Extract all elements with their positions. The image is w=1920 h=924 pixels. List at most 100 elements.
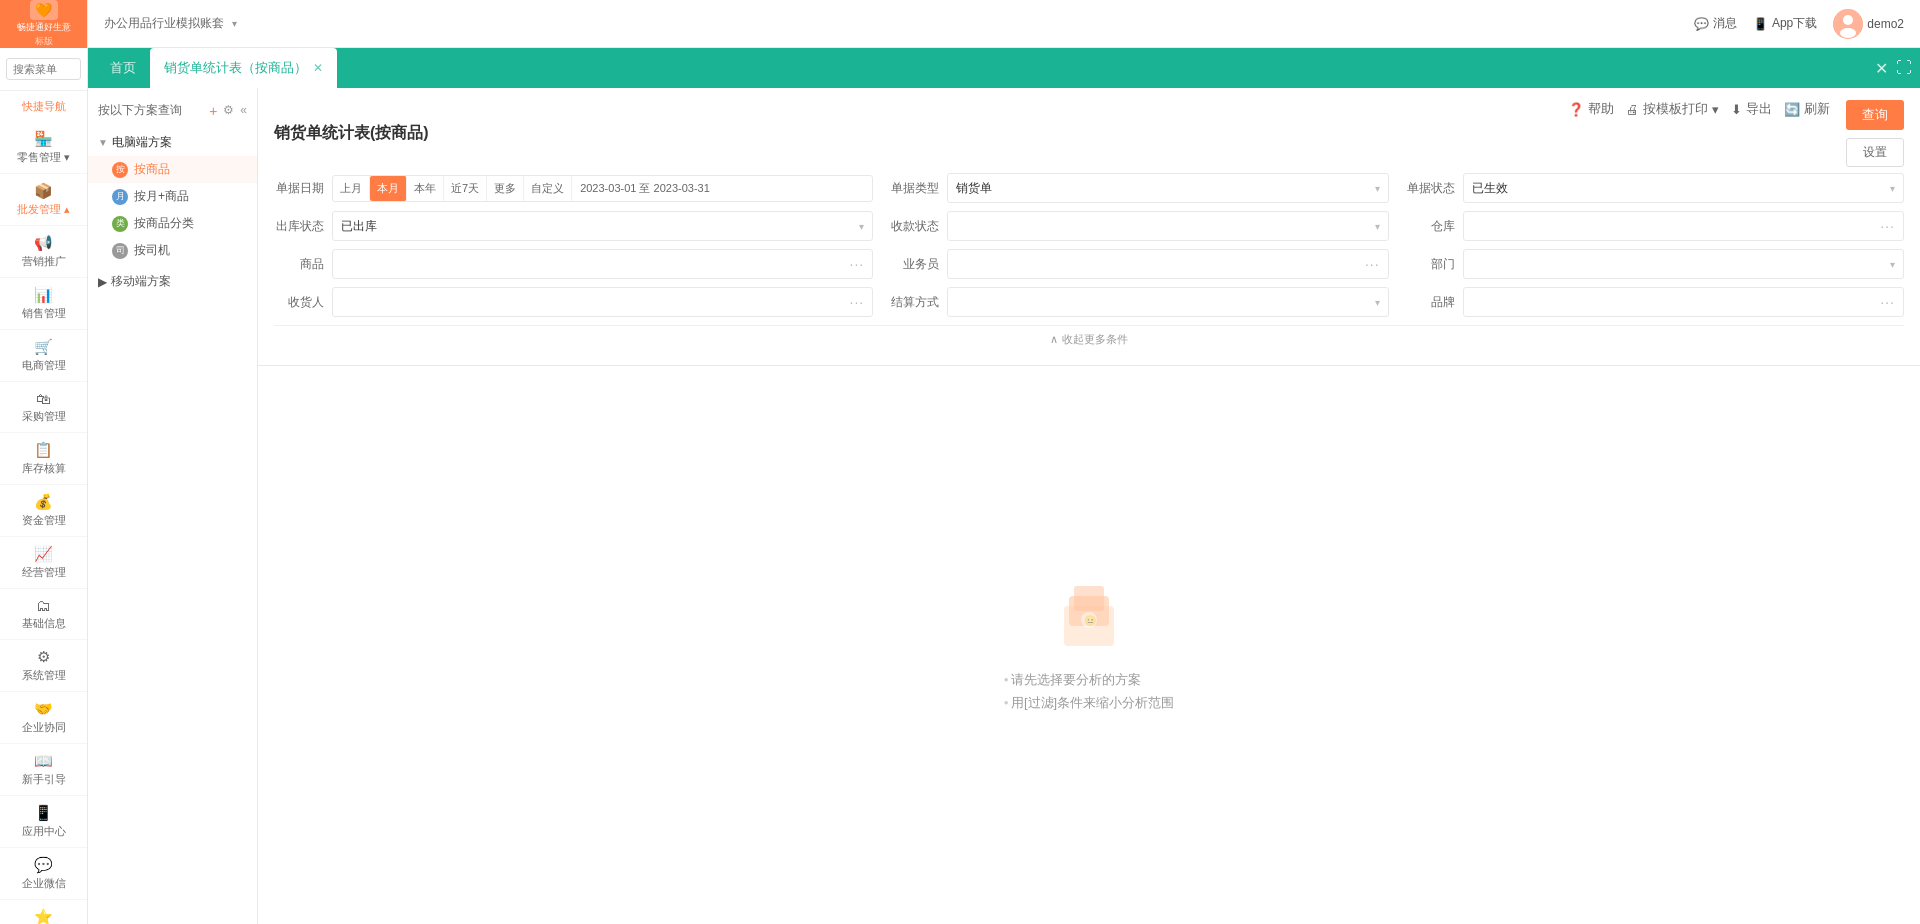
sidebar-item-purchase[interactable]: 🛍 采购管理 (0, 382, 87, 433)
print-label: 按模板打印 (1643, 100, 1708, 118)
guide-icon: 📖 (4, 752, 83, 770)
scheme-category-label: 按商品分类 (134, 215, 194, 232)
top-header: 办公用品行业模拟账套 ▾ 💬 消息 📱 App下载 demo2 (88, 0, 1920, 48)
svg-text:😐: 😐 (1084, 614, 1097, 627)
settings-btn[interactable]: 设置 (1846, 138, 1904, 167)
empty-content: 😐 请先选择要分析的方案 用[过滤]条件来缩小分析范围 (1004, 576, 1174, 715)
sidebar-item-stock[interactable]: 📋 库存核算 (0, 433, 87, 485)
empty-tip-2: 用[过滤]条件来缩小分析范围 (1004, 691, 1174, 714)
warehouse-input[interactable]: ··· (1463, 211, 1904, 241)
date-this-year-btn[interactable]: 本年 (407, 176, 444, 201)
filter-warehouse-field: 仓库 ··· (1389, 211, 1904, 241)
sidebar-item-system[interactable]: ⚙ 系统管理 (0, 640, 87, 692)
app-logo[interactable]: 🧡 畅捷通好生意 标版 (0, 0, 87, 48)
date-last-month-btn[interactable]: 上月 (333, 176, 370, 201)
sidebar-scheme-by-driver[interactable]: 司 按司机 (88, 237, 257, 264)
filter-settle-method-field: 结算方式 ▾ (873, 287, 1388, 317)
tab-sales-report-label: 销货单统计表（按商品） (164, 59, 307, 77)
sub-sidebar-settings-btn[interactable]: ⚙ (223, 103, 234, 119)
filter-area: 销货单统计表(按商品) ❓ 帮助 🖨 按模板打印 ▾ (258, 88, 1920, 924)
main-area: 办公用品行业模拟账套 ▾ 💬 消息 📱 App下载 demo2 首页 (88, 0, 1920, 924)
sidebar-item-coop[interactable]: 🤝 企业协同 (0, 692, 87, 744)
sidebar-item-member[interactable]: ⭐ 畅会员 (0, 900, 87, 924)
filter-receive-status-field: 收款状态 ▾ (873, 211, 1388, 241)
sub-sidebar-group-mobile[interactable]: ▶ 移动端方案 (88, 268, 257, 295)
message-btn[interactable]: 💬 消息 (1694, 15, 1737, 32)
sidebar-item-guide[interactable]: 📖 新手引导 (0, 744, 87, 796)
sidebar-item-basic[interactable]: 🗂 基础信息 (0, 589, 87, 640)
wechat-icon: 💬 (4, 856, 83, 874)
settle-method-input[interactable]: ▾ (947, 287, 1388, 317)
scheme-category-icon: 类 (112, 216, 128, 232)
sidebar-item-sales[interactable]: 📊 销售管理 (0, 278, 87, 330)
date-filter-control[interactable]: 上月 本月 本年 近7天 更多 自定义 2023-03-01 至 2023-03… (332, 175, 873, 202)
sidebar-item-apps[interactable]: 📱 应用中心 (0, 796, 87, 848)
sidebar-item-ecommerce[interactable]: 🛒 电商管理 (0, 330, 87, 382)
tab-sales-report[interactable]: 销货单统计表（按商品） ✕ (150, 48, 337, 88)
date-custom-btn[interactable]: 自定义 (524, 176, 572, 201)
export-btn[interactable]: ⬇ 导出 (1731, 100, 1772, 118)
refresh-btn[interactable]: 🔄 刷新 (1784, 100, 1830, 118)
maximize-window-btn[interactable]: ⛶ (1896, 59, 1912, 77)
dept-input[interactable]: ▾ (1463, 249, 1904, 279)
receiver-input[interactable]: ··· (332, 287, 873, 317)
user-menu-btn[interactable]: demo2 (1833, 9, 1904, 39)
doc-type-input[interactable]: 销货单 ▾ (947, 173, 1388, 203)
sidebar-scheme-by-goods[interactable]: 按 按商品 (88, 156, 257, 183)
tab-home[interactable]: 首页 (96, 48, 150, 88)
query-btn[interactable]: 查询 (1846, 100, 1904, 130)
filter-salesperson-field: 业务员 ··· (873, 249, 1388, 279)
sub-sidebar-header: 按以下方案查询 + ⚙ « (88, 96, 257, 125)
sub-sidebar-group-pc: ▼ 电脑端方案 按 按商品 月 按月+商品 类 按商品分类 司 按司机 (88, 125, 257, 268)
sub-sidebar-collapse-btn[interactable]: « (240, 103, 247, 119)
sidebar-item-finance[interactable]: 💰 资金管理 (0, 485, 87, 537)
print-btn[interactable]: 🖨 按模板打印 ▾ (1626, 100, 1719, 118)
date-this-month-btn[interactable]: 本月 (370, 176, 407, 201)
brand-input[interactable]: ··· (1463, 287, 1904, 317)
sidebar-item-biz[interactable]: 📈 经营管理 (0, 537, 87, 589)
sub-sidebar-title: 按以下方案查询 (98, 102, 182, 119)
workspace-selector[interactable]: 办公用品行业模拟账套 ▾ (104, 15, 237, 32)
close-window-btn[interactable]: ✕ (1875, 59, 1888, 78)
empty-tip-1: 请先选择要分析的方案 (1004, 668, 1174, 691)
right-action-buttons: 查询 设置 (1838, 100, 1904, 167)
sidebar-item-wechat[interactable]: 💬 企业微信 (0, 848, 87, 900)
sales-icon: 📊 (4, 286, 83, 304)
sub-sidebar-add-btn[interactable]: + (209, 103, 217, 119)
message-label: 消息 (1713, 15, 1737, 32)
out-status-value: 已出库 (341, 218, 377, 235)
sidebar-item-wholesale[interactable]: 📦 批发管理 ▴ (0, 174, 87, 226)
out-status-input[interactable]: 已出库 ▾ (332, 211, 873, 241)
user-name: demo2 (1867, 17, 1904, 31)
settle-method-label: 结算方式 (889, 294, 939, 311)
svg-point-1 (1843, 15, 1853, 25)
collapse-bar[interactable]: ∧ 收起更多条件 (274, 325, 1904, 353)
sidebar-scheme-by-month-goods[interactable]: 月 按月+商品 (88, 183, 257, 210)
salesperson-input[interactable]: ··· (947, 249, 1388, 279)
wholesale-icon: 📦 (4, 182, 83, 200)
date-field-label: 单据日期 (274, 180, 324, 197)
quick-nav-item[interactable]: 快捷导航 (0, 91, 87, 122)
goods-input[interactable]: ··· (332, 249, 873, 279)
doc-status-label: 单据状态 (1405, 180, 1455, 197)
search-input[interactable] (6, 58, 81, 80)
date-more-btn[interactable]: 更多 (487, 176, 524, 201)
scheme-goods-icon: 按 (112, 162, 128, 178)
sidebar-scheme-by-category[interactable]: 类 按商品分类 (88, 210, 257, 237)
sidebar-item-marketing[interactable]: 📢 营销推广 (0, 226, 87, 278)
logo-icon: 🧡 (30, 0, 58, 20)
sub-sidebar-group-pc-title[interactable]: ▼ 电脑端方案 (88, 129, 257, 156)
help-btn[interactable]: ❓ 帮助 (1568, 100, 1614, 118)
app-download-btn[interactable]: 📱 App下载 (1753, 15, 1817, 32)
tab-close-icon[interactable]: ✕ (313, 61, 323, 75)
receive-status-arrow: ▾ (1375, 221, 1380, 232)
date-last-7-btn[interactable]: 近7天 (444, 176, 487, 201)
receive-status-input[interactable]: ▾ (947, 211, 1388, 241)
biz-icon: 📈 (4, 545, 83, 563)
sidebar-items: 🏪 零售管理 ▾ 📦 批发管理 ▴ 📢 营销推广 📊 销售管理 🛒 电商管理 🛍… (0, 122, 87, 924)
group-expand-arrow: ▼ (98, 137, 108, 148)
sidebar-item-retail[interactable]: 🏪 零售管理 ▾ (0, 122, 87, 174)
refresh-icon: 🔄 (1784, 102, 1800, 117)
goods-dots: ··· (850, 256, 865, 272)
doc-status-input[interactable]: 已生效 ▾ (1463, 173, 1904, 203)
